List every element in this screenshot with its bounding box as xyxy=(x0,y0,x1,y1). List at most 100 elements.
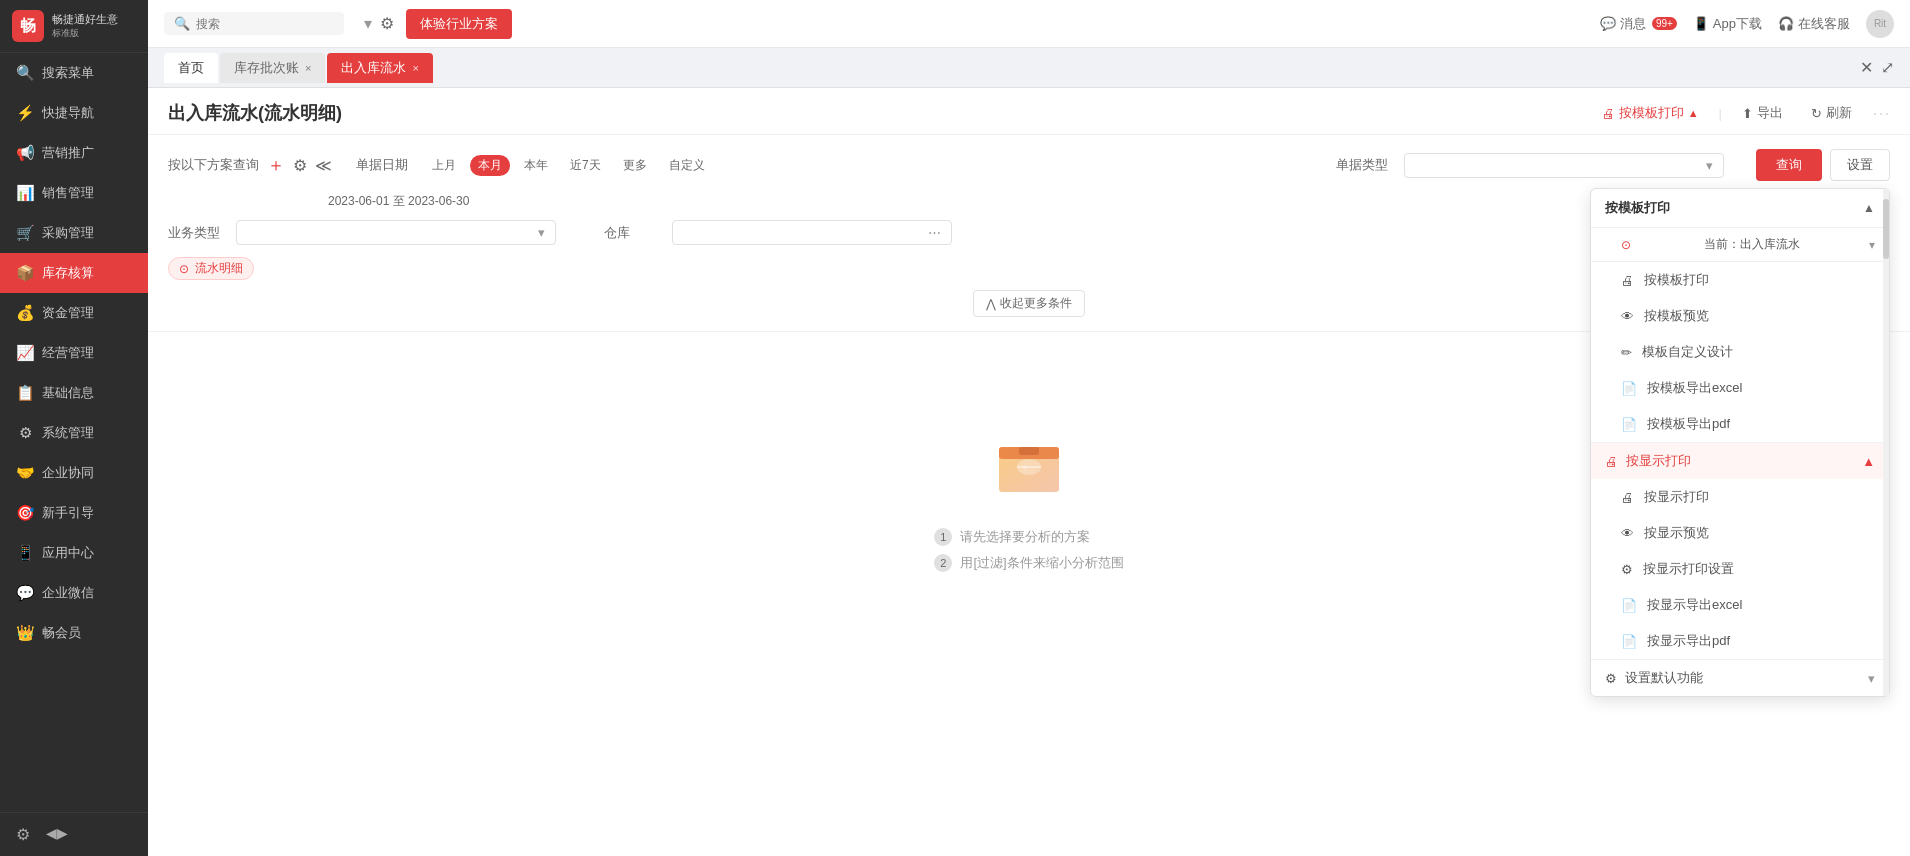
date-more[interactable]: 更多 xyxy=(615,155,655,176)
refresh-button[interactable]: ↻ 刷新 xyxy=(1803,100,1860,126)
dropdown-footer[interactable]: ⚙ 设置默认功能 ▾ xyxy=(1591,660,1889,696)
search-input[interactable] xyxy=(196,17,326,31)
gear-icon: ⚙ xyxy=(16,424,34,442)
date-custom[interactable]: 自定义 xyxy=(661,155,713,176)
template-preview-label: 按模板预览 xyxy=(1644,307,1709,325)
sidebar-item-guide[interactable]: 🎯 新手引导 xyxy=(0,493,148,533)
sidebar-item-label: 经营管理 xyxy=(42,344,94,362)
warehouse-more-icon[interactable]: ⋯ xyxy=(928,225,941,240)
sidebar-item-finance[interactable]: 💰 资金管理 xyxy=(0,293,148,333)
display-preview-item[interactable]: 👁 按显示预览 xyxy=(1591,515,1889,551)
warehouse-select[interactable]: ⋯ xyxy=(672,220,952,245)
tab-home-label: 首页 xyxy=(178,59,204,77)
date-this-year[interactable]: 本年 xyxy=(516,155,556,176)
sidebar-item-vip[interactable]: 👑 畅会员 xyxy=(0,613,148,653)
sidebar-item-sales[interactable]: 📊 销售管理 xyxy=(0,173,148,213)
window-maximize-icon[interactable]: ⤢ xyxy=(1881,58,1894,77)
sidebar-item-quick-nav[interactable]: ⚡ 快捷导航 xyxy=(0,93,148,133)
topbar-right: 💬 消息 99+ 📱 App下载 🎧 在线客服 Rit xyxy=(1600,10,1894,38)
online-service-label: 在线客服 xyxy=(1798,15,1850,33)
sidebar-item-basic-info[interactable]: 📋 基础信息 xyxy=(0,373,148,413)
template-custom-item[interactable]: ✏ 模板自定义设计 xyxy=(1591,334,1889,370)
tab-home[interactable]: 首页 xyxy=(164,53,218,83)
display-export-pdf-item[interactable]: 📄 按显示导出pdf xyxy=(1591,623,1889,659)
sidebar-item-label: 采购管理 xyxy=(42,224,94,242)
template-export-excel-item[interactable]: 📄 按模板导出excel xyxy=(1591,370,1889,406)
display-print-item[interactable]: 🖨 按显示打印 xyxy=(1591,479,1889,515)
display-excel-icon: 📄 xyxy=(1621,598,1637,613)
sidebar-item-marketing[interactable]: 📢 营销推广 xyxy=(0,133,148,173)
date-last-7days[interactable]: 近7天 xyxy=(562,155,609,176)
avatar[interactable]: Rit xyxy=(1866,10,1894,38)
filter-row-1: 按以下方案查询 ＋ ⚙ ≪ 单据日期 上月 本月 本年 近7天 更多 自定义 xyxy=(168,149,1890,181)
date-this-month[interactable]: 本月 xyxy=(470,155,510,176)
settings-button[interactable]: 设置 xyxy=(1830,149,1890,181)
tab-inout-flow[interactable]: 出入库流水 × xyxy=(327,53,432,83)
sidebar-collapse-icon[interactable]: ◀▶ xyxy=(46,825,68,844)
dropdown-icon[interactable]: ▾ xyxy=(364,14,372,33)
settings-icon[interactable]: ⚙ xyxy=(380,14,394,33)
sidebar-item-inventory[interactable]: 📦 库存核算 xyxy=(0,253,148,293)
filter-setting-icon[interactable]: ⚙ xyxy=(293,156,307,175)
template-preview-item[interactable]: 👁 按模板预览 xyxy=(1591,298,1889,334)
clipboard-icon: 📋 xyxy=(16,384,34,402)
tab-batch-account-close[interactable]: × xyxy=(305,62,311,74)
sidebar-item-label: 销售管理 xyxy=(42,184,94,202)
sidebar-item-operations[interactable]: 📈 经营管理 xyxy=(0,333,148,373)
biz-type-chevron-down: ▾ xyxy=(538,225,545,240)
display-print-settings-item[interactable]: ⚙ 按显示打印设置 xyxy=(1591,551,1889,587)
biz-type-select[interactable]: ▾ xyxy=(236,220,556,245)
tabs-window-buttons: ✕ ⤢ xyxy=(1860,58,1894,77)
template-export-pdf-item[interactable]: 📄 按模板导出pdf xyxy=(1591,406,1889,442)
mobile-icon: 📱 xyxy=(16,544,34,562)
search-icon: 🔍 xyxy=(174,16,190,31)
message-item[interactable]: 💬 消息 99+ xyxy=(1600,15,1677,33)
industry-solution-button[interactable]: 体验行业方案 xyxy=(406,9,512,39)
window-close-icon[interactable]: ✕ xyxy=(1860,58,1873,77)
template-custom-label: 模板自定义设计 xyxy=(1642,343,1733,361)
sidebar-item-app-center[interactable]: 📱 应用中心 xyxy=(0,533,148,573)
app-download-item[interactable]: 📱 App下载 xyxy=(1693,15,1762,33)
display-settings-icon: ⚙ xyxy=(1621,562,1633,577)
dropdown-header: 按模板打印 ▲ xyxy=(1591,189,1889,228)
tab-batch-account[interactable]: 库存批次账 × xyxy=(220,53,325,83)
online-service-item[interactable]: 🎧 在线客服 xyxy=(1778,15,1850,33)
warehouse-label: 仓库 xyxy=(604,224,664,242)
sidebar-item-system[interactable]: ⚙ 系统管理 xyxy=(0,413,148,453)
tab-inout-flow-label: 出入库流水 xyxy=(341,59,406,77)
scrollbar-track xyxy=(1883,189,1889,696)
date-label: 单据日期 xyxy=(356,156,416,174)
export-button[interactable]: ⬆ 导出 xyxy=(1734,100,1791,126)
topbar-search-box[interactable]: 🔍 xyxy=(164,12,344,35)
sidebar-settings-icon[interactable]: ⚙ xyxy=(16,825,30,844)
sidebar-bottom: ⚙ ◀▶ xyxy=(0,812,148,856)
page-title: 出入库流水(流水明细) xyxy=(168,101,342,125)
template-print-button[interactable]: 🖨 按模板打印 ▲ xyxy=(1594,100,1707,126)
filter-collapse-icon[interactable]: ≪ xyxy=(315,156,332,175)
tabs-bar: 首页 库存批次账 × 出入库流水 × ✕ ⤢ xyxy=(148,48,1910,88)
collapse-button[interactable]: ⋀ 收起更多条件 xyxy=(973,290,1085,317)
sidebar-item-wechat[interactable]: 💬 企业微信 xyxy=(0,573,148,613)
flow-detail-tag[interactable]: ⊙ 流水明细 xyxy=(168,257,254,280)
tab-inout-flow-close[interactable]: × xyxy=(412,62,418,74)
sidebar-item-label: 搜索菜单 xyxy=(42,64,94,82)
sidebar-item-purchase[interactable]: 🛒 采购管理 xyxy=(0,213,148,253)
query-button[interactable]: 查询 xyxy=(1756,149,1822,181)
template-print-item[interactable]: 🖨 按模板打印 xyxy=(1591,262,1889,298)
sidebar-item-search[interactable]: 🔍 搜索菜单 xyxy=(0,53,148,93)
doc-type-select[interactable]: ▾ xyxy=(1404,153,1724,178)
sidebar-item-label: 营销推广 xyxy=(42,144,94,162)
dropdown-panel: 按模板打印 ▲ ⊙ 当前：出入库流水 ▾ 🖨 按模板打印 👁 按模板预览 ✏ xyxy=(1590,188,1890,697)
filter-add-icon[interactable]: ＋ xyxy=(267,153,285,177)
dropdown-collapse-icon[interactable]: ▲ xyxy=(1863,201,1875,215)
date-last-month[interactable]: 上月 xyxy=(424,155,464,176)
display-section-icon: 🖨 xyxy=(1605,454,1618,469)
megaphone-icon: 📢 xyxy=(16,144,34,162)
display-export-excel-item[interactable]: 📄 按显示导出excel xyxy=(1591,587,1889,623)
user-name: Rit xyxy=(1874,18,1886,29)
template-print-label: 按模板打印 xyxy=(1619,104,1684,122)
display-section-header[interactable]: 🖨 按显示打印 ▲ xyxy=(1591,443,1889,479)
sidebar-item-enterprise[interactable]: 🤝 企业协同 xyxy=(0,453,148,493)
chat-icon: 💬 xyxy=(16,584,34,602)
dropdown-current-item[interactable]: ⊙ 当前：出入库流水 ▾ xyxy=(1591,228,1889,262)
